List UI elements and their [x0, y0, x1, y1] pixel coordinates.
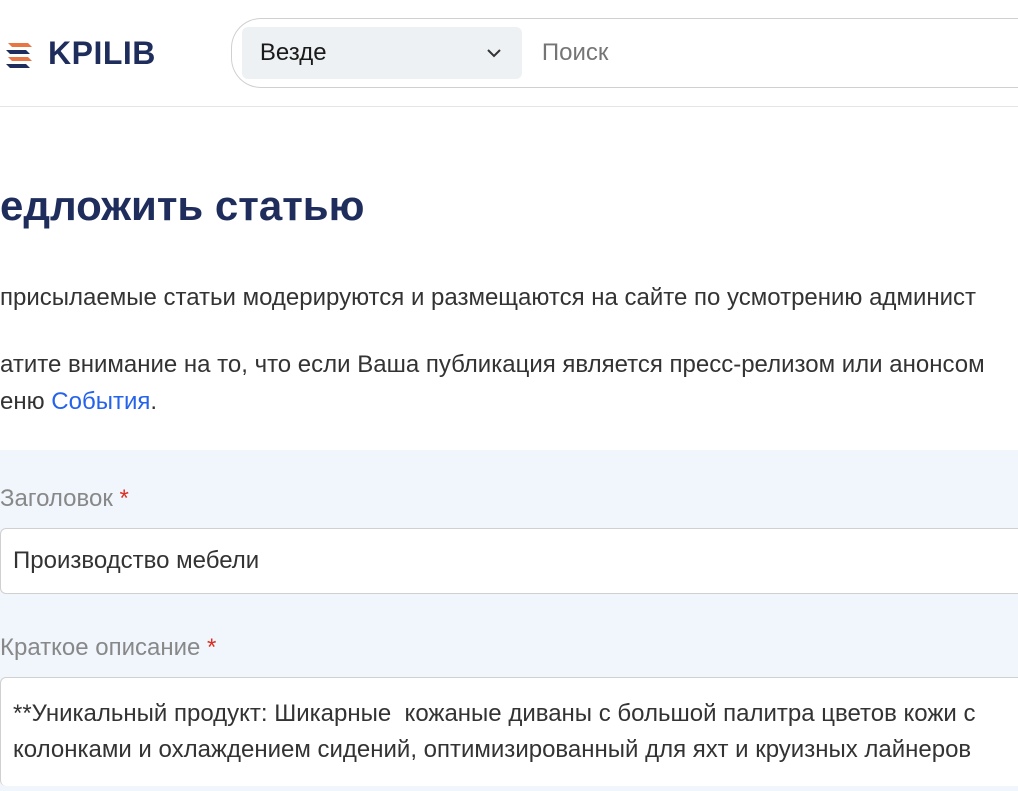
period: . [150, 388, 157, 415]
chevron-down-icon [484, 43, 504, 63]
content: едложить статью присылаемые статьи модер… [0, 107, 1018, 791]
form-description-section: Краткое описание * [0, 619, 1018, 791]
form-title-section: Заголовок * [0, 450, 1018, 619]
logo-icon [0, 33, 40, 73]
logo[interactable]: KPILIB [0, 33, 156, 73]
events-link[interactable]: События [51, 388, 150, 415]
page-title: едложить статью [0, 182, 1018, 230]
search-scope-select[interactable]: Везде [242, 27, 522, 79]
title-label: Заголовок * [0, 485, 1018, 513]
info-text-2-part1: атите внимание на то, что если Ваша публ… [0, 351, 985, 378]
info-text-2: атите внимание на то, что если Ваша публ… [0, 346, 1018, 420]
description-textarea[interactable] [0, 677, 1018, 786]
search-select-text: Везде [260, 39, 327, 67]
header: KPILIB Везде [0, 0, 1018, 107]
search-input[interactable] [542, 39, 1008, 67]
required-asterisk: * [120, 485, 129, 512]
info-text-2-part2: еню [0, 388, 51, 415]
required-asterisk: * [207, 634, 216, 661]
info-text-1: присылаемые статьи модерируются и размещ… [0, 280, 1018, 316]
logo-text: KPILIB [48, 35, 156, 72]
search-container: Везде [231, 18, 1018, 88]
description-label: Краткое описание * [0, 634, 1018, 662]
title-input[interactable] [0, 528, 1018, 594]
